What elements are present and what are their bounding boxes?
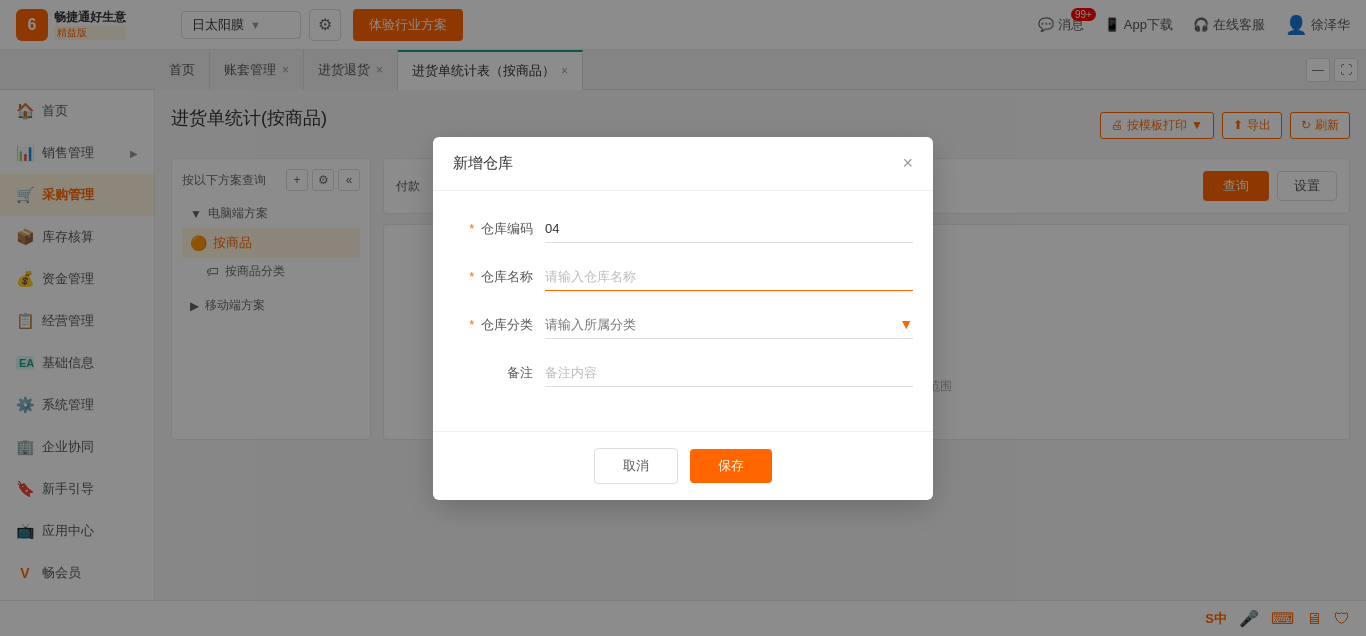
required-mark-name: * xyxy=(469,269,474,284)
warehouse-name-label: * 仓库名称 xyxy=(453,268,533,286)
warehouse-code-label: * 仓库编码 xyxy=(453,220,533,238)
category-dropdown-icon: ▼ xyxy=(899,316,913,332)
remark-row: 备注 xyxy=(453,359,913,387)
remark-label: 备注 xyxy=(453,364,533,382)
warehouse-name-row: * 仓库名称 xyxy=(453,263,913,291)
warehouse-code-row: * 仓库编码 xyxy=(453,215,913,243)
warehouse-category-row: * 仓库分类 ▼ xyxy=(453,311,913,339)
modal-body: * 仓库编码 * 仓库名称 * 仓库分类 xyxy=(433,191,933,431)
modal-footer: 取消 保存 xyxy=(433,431,933,500)
required-mark-category: * xyxy=(469,317,474,332)
remark-input[interactable] xyxy=(545,359,913,387)
warehouse-category-label: * 仓库分类 xyxy=(453,316,533,334)
warehouse-category-input[interactable] xyxy=(545,311,899,338)
modal-close-button[interactable]: × xyxy=(902,153,913,174)
save-button[interactable]: 保存 xyxy=(690,449,772,483)
required-mark-code: * xyxy=(469,221,474,236)
warehouse-name-input[interactable] xyxy=(545,263,913,291)
warehouse-category-select[interactable]: ▼ xyxy=(545,311,913,339)
modal-title: 新增仓库 xyxy=(453,154,513,173)
modal-overlay: 新增仓库 × * 仓库编码 * 仓库名称 xyxy=(0,0,1366,636)
warehouse-code-input[interactable] xyxy=(545,215,913,243)
cancel-button[interactable]: 取消 xyxy=(594,448,678,484)
modal-header: 新增仓库 × xyxy=(433,137,933,191)
add-warehouse-modal: 新增仓库 × * 仓库编码 * 仓库名称 xyxy=(433,137,933,500)
